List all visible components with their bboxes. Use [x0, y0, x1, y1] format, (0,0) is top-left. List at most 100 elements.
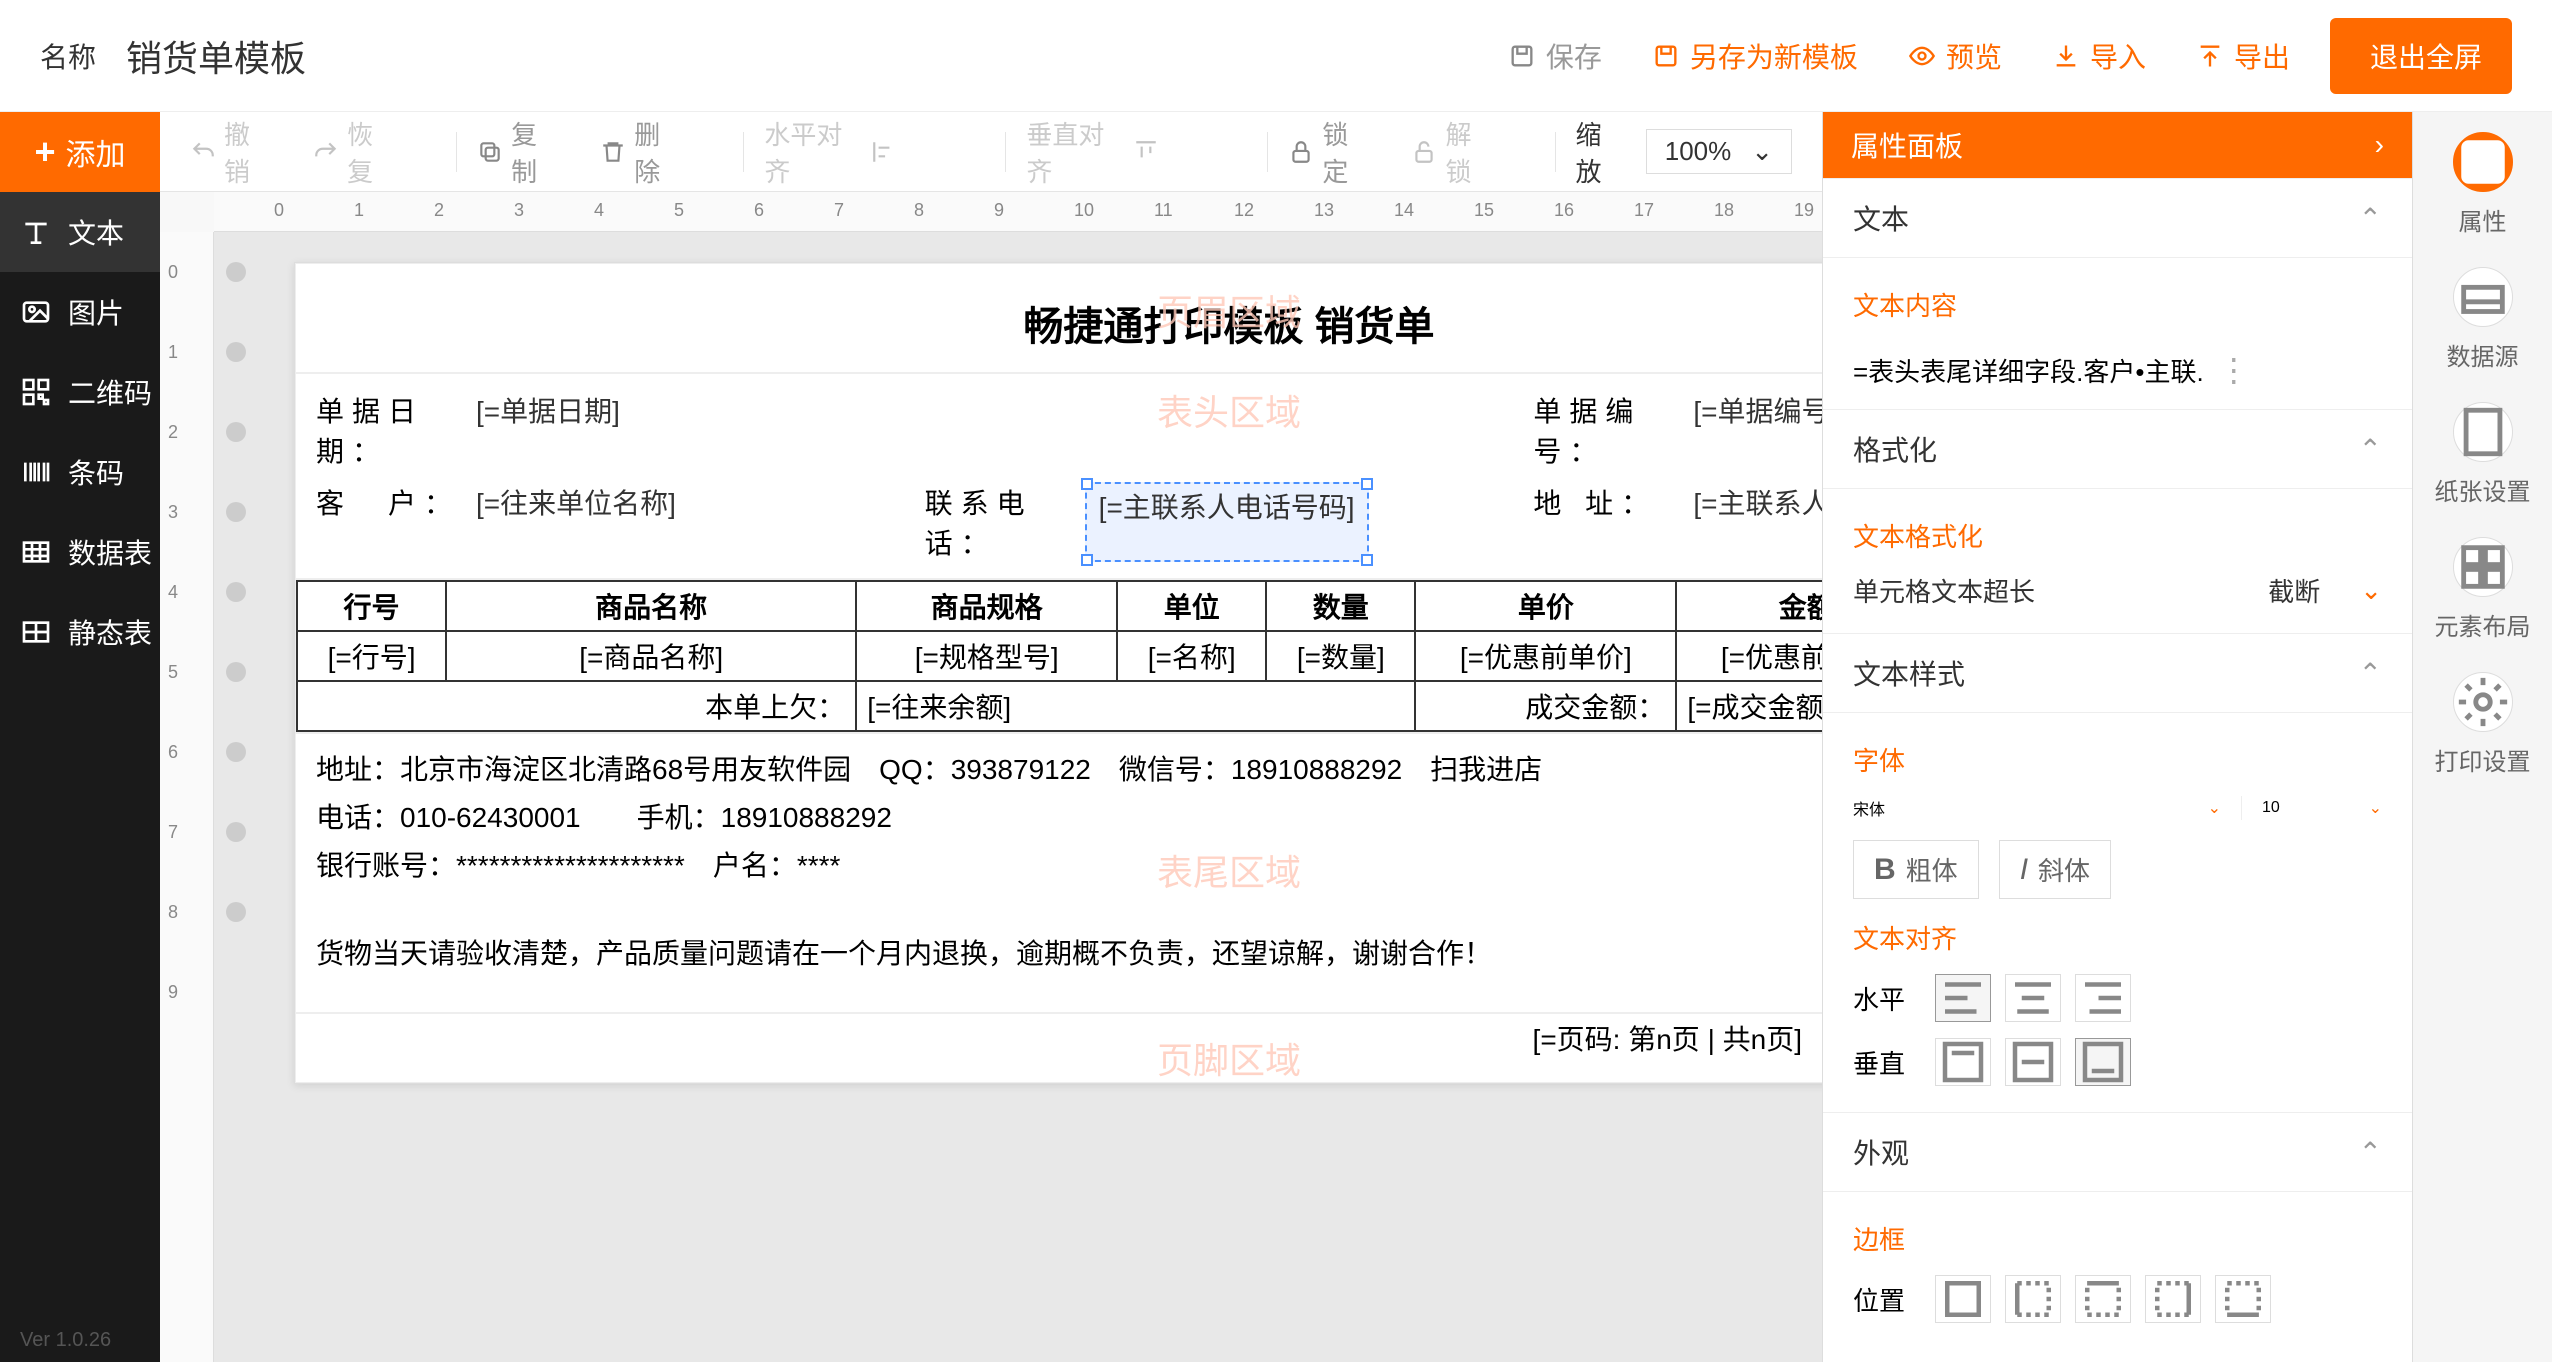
dock-item-3[interactable]: 元素布局: [2433, 537, 2533, 642]
unlock-button[interactable]: 解锁: [1411, 115, 1494, 189]
dock-item-2[interactable]: 纸张设置: [2433, 402, 2533, 507]
selection-handle[interactable]: [1361, 478, 1373, 490]
v-align-button[interactable]: 垂直对齐: [1026, 115, 1167, 189]
selection-handle[interactable]: [1081, 478, 1093, 490]
preview-button[interactable]: 预览: [1908, 36, 2002, 76]
table-data-cell[interactable]: [=商品名称]: [446, 631, 856, 681]
section-appearance[interactable]: 外观⌃: [1823, 1112, 2412, 1192]
canvas-viewport[interactable]: 页眉区域 畅捷通打印模板 销货单 表头区域 单据日期：[=单据日期]单据编号：[…: [214, 232, 1822, 1362]
template-title[interactable]: 畅捷通打印模板 销货单: [316, 264, 1822, 372]
sidebar-item-barcode[interactable]: 条码: [0, 432, 160, 512]
section-dot[interactable]: [226, 662, 246, 682]
import-button[interactable]: 导入: [2052, 36, 2146, 76]
sidebar-item-qrcode[interactable]: 二维码: [0, 352, 160, 432]
panel-title-bar[interactable]: 属性面板 ›: [1823, 112, 2412, 178]
table-data-cell[interactable]: [=行号]: [297, 631, 446, 681]
undo-button[interactable]: 撤销: [190, 115, 273, 189]
section-text[interactable]: 文本⌃: [1823, 178, 2412, 258]
sidebar-item-text[interactable]: 文本: [0, 192, 160, 272]
tail-text-line[interactable]: 货物当天请验收清楚，产品质量问题请在一个月内退换，逾期概不负责，还望谅解，谢谢合…: [316, 928, 1822, 976]
font-family-select[interactable]: 宋体⌄: [1853, 796, 2242, 820]
table-header-cell[interactable]: 单位: [1117, 581, 1266, 631]
tail-section[interactable]: 表尾区域 地址：北京市海淀区北清路68号用友软件园 QQ：393879122 微…: [295, 733, 1822, 1013]
italic-button[interactable]: I斜体: [1999, 840, 2111, 899]
section-dot[interactable]: [226, 582, 246, 602]
tail-text-line[interactable]: 电话：010-62430001 手机：18910888292: [316, 792, 1822, 840]
h-align-center-button[interactable]: [2005, 974, 2061, 1022]
h-align-right-button[interactable]: [2075, 974, 2131, 1022]
table-data-cell[interactable]: [=优惠前单价]: [1415, 631, 1676, 681]
sidebar-item-datatable[interactable]: 数据表: [0, 512, 160, 592]
field-value[interactable]: [=主联系人电话号码]: [1085, 482, 1369, 562]
sidebar-item-statictable[interactable]: 静态表: [0, 592, 160, 672]
selection-handle[interactable]: [1081, 554, 1093, 566]
more-icon[interactable]: ⋮: [2218, 351, 2250, 389]
border-all-button[interactable]: [1935, 1275, 1991, 1323]
border-bottom-button[interactable]: [2215, 1275, 2271, 1323]
footer-section[interactable]: 页脚区域 [=页码: 第n页 | 共n页]: [295, 1013, 1822, 1083]
export-button[interactable]: 导出: [2196, 36, 2290, 76]
tail-text-line[interactable]: [316, 888, 1822, 928]
table-header-cell[interactable]: 商品规格: [856, 581, 1117, 631]
h-align-button[interactable]: 水平对齐: [764, 115, 905, 189]
border-left-button[interactable]: [2005, 1275, 2061, 1323]
table-header-cell[interactable]: 商品名称: [446, 581, 856, 631]
border-right-button[interactable]: [2145, 1275, 2201, 1323]
text-content-field[interactable]: =表头表尾详细字段.客户•主联. ⋮: [1853, 341, 2382, 399]
table-header-cell[interactable]: 行号: [297, 581, 446, 631]
tail-text-line[interactable]: 银行账号：********************* 户名：****: [316, 840, 1822, 888]
table-header-cell[interactable]: 金额: [1676, 581, 1822, 631]
bold-button[interactable]: B粗体: [1853, 840, 1979, 899]
table-data-cell[interactable]: [=规格型号]: [856, 631, 1117, 681]
section-dot[interactable]: [226, 902, 246, 922]
table-section[interactable]: 行号商品名称商品规格单位数量单价金额备注 [=行号][=商品名称][=规格型号]…: [295, 579, 1822, 733]
selection-handle[interactable]: [1361, 554, 1373, 566]
chevron-up-icon: ⌃: [2359, 1136, 2382, 1169]
template-name[interactable]: 销货单模板: [126, 30, 306, 82]
template-page[interactable]: 页眉区域 畅捷通打印模板 销货单 表头区域 单据日期：[=单据日期]单据编号：[…: [294, 262, 1822, 1084]
table-data-cell[interactable]: [=数量]: [1266, 631, 1415, 681]
save-button[interactable]: 保存: [1508, 36, 1602, 76]
v-align-top-button[interactable]: [1935, 1038, 1991, 1086]
section-dot[interactable]: [226, 342, 246, 362]
field-value[interactable]: [=主联系人地址]: [1693, 482, 1822, 562]
dock-item-0[interactable]: 属性: [2433, 132, 2533, 237]
tail-text-line[interactable]: 地址：北京市海淀区北清路68号用友软件园 QQ：393879122 微信号：18…: [316, 744, 1822, 792]
add-button[interactable]: + 添加: [0, 112, 160, 192]
table-data-cell[interactable]: [=名称]: [1117, 631, 1266, 681]
dock-item-4[interactable]: 打印设置: [2433, 672, 2533, 777]
data-table[interactable]: 行号商品名称商品规格单位数量单价金额备注 [=行号][=商品名称][=规格型号]…: [296, 580, 1822, 732]
field-value[interactable]: [=往来单位名称]: [476, 482, 676, 562]
sidebar-item-image[interactable]: 图片: [0, 272, 160, 352]
dock-item-1[interactable]: 数据源: [2433, 267, 2533, 372]
section-style[interactable]: 文本样式⌃: [1823, 633, 2412, 713]
section-dot[interactable]: [226, 502, 246, 522]
page-margin-section[interactable]: 页眉区域 畅捷通打印模板 销货单: [295, 263, 1822, 373]
section-dot[interactable]: [226, 822, 246, 842]
copy-button[interactable]: 复制: [477, 115, 560, 189]
section-dot[interactable]: [226, 422, 246, 442]
zoom-select[interactable]: 100%⌄: [1646, 129, 1792, 174]
h-align-left-button[interactable]: [1935, 974, 1991, 1022]
header-section[interactable]: 表头区域 单据日期：[=单据日期]单据编号：[=单据编号]客 户：[=往来单位名…: [295, 373, 1822, 579]
v-align-bottom-button[interactable]: [2075, 1038, 2131, 1086]
table-header-cell[interactable]: 单价: [1415, 581, 1676, 631]
lock-button[interactable]: 锁定: [1288, 115, 1371, 189]
field-value[interactable]: [=单据日期]: [476, 390, 620, 470]
field-value[interactable]: [=单据编号]: [1693, 390, 1822, 470]
section-dot[interactable]: [226, 742, 246, 762]
border-top-button[interactable]: [2075, 1275, 2131, 1323]
section-format[interactable]: 格式化⌃: [1823, 409, 2412, 489]
v-align-middle-button[interactable]: [2005, 1038, 2061, 1086]
table-data-cell[interactable]: [=优惠前金额]: [1676, 631, 1822, 681]
exit-fullscreen-button[interactable]: 退出全屏: [2330, 18, 2512, 94]
overflow-field[interactable]: 单元格文本超长 截断⌄: [1853, 572, 2382, 609]
page-number-field[interactable]: [=页码: 第n页 | 共n页]: [1533, 1018, 1802, 1058]
vertical-ruler: 0123456789: [160, 232, 214, 1362]
delete-button[interactable]: 删除: [600, 115, 683, 189]
table-header-cell[interactable]: 数量: [1266, 581, 1415, 631]
redo-button[interactable]: 恢复: [313, 115, 396, 189]
font-size-select[interactable]: 10⌄: [2242, 798, 2382, 818]
section-dot[interactable]: [226, 262, 246, 282]
save-as-button[interactable]: 另存为新模板: [1652, 36, 1858, 76]
